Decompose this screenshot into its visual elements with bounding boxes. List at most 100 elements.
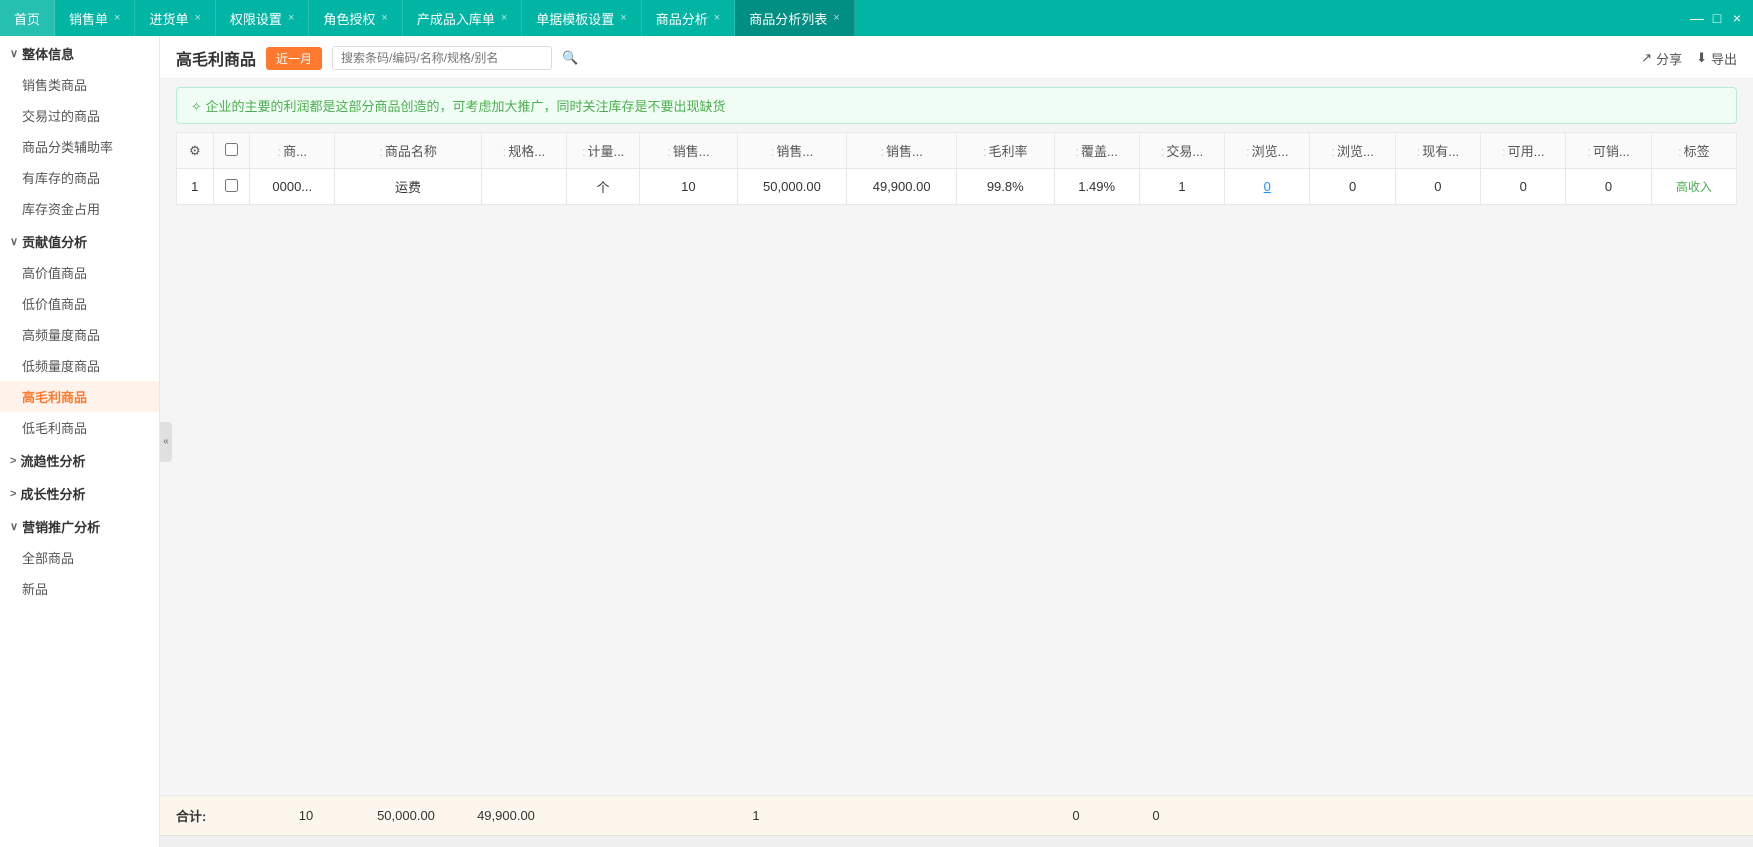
sidebar-group-trend-analysis[interactable]: >流趋性分析 bbox=[0, 443, 159, 476]
nav-close-icon[interactable]: × bbox=[620, 12, 626, 24]
col-header-spec[interactable]: :规格... bbox=[481, 133, 566, 169]
sidebar-group-overall[interactable]: ∨整体信息 bbox=[0, 36, 159, 69]
cell-current_stock: 0 bbox=[1395, 169, 1480, 205]
col-resize-handle[interactable]: : bbox=[1502, 144, 1506, 159]
col-header-checkbox[interactable] bbox=[213, 133, 250, 169]
col-header-sales_profit[interactable]: :销售... bbox=[847, 133, 957, 169]
nav-item-单据模板设置[interactable]: 单据模板设置 × bbox=[522, 0, 641, 36]
share-button[interactable]: ↗ 分享 bbox=[1641, 49, 1682, 68]
sidebar-item-low-freq-high-val[interactable]: 低频量度商品 bbox=[0, 350, 159, 381]
sidebar-group-growth-analysis[interactable]: >成长性分析 bbox=[0, 476, 159, 509]
nav-item-产成品入库单[interactable]: 产成品入库单 × bbox=[403, 0, 522, 36]
col-resize-handle[interactable]: : bbox=[1161, 144, 1165, 159]
col-header-available[interactable]: :可用... bbox=[1481, 133, 1566, 169]
col-header-sellable[interactable]: :可销... bbox=[1566, 133, 1651, 169]
col-resize-handle[interactable]: : bbox=[1075, 144, 1079, 159]
sidebar-item-all-products[interactable]: 全部商品 bbox=[0, 542, 159, 573]
info-banner: ✧ 企业的主要的利润都是这部分商品创造的，可考虑加大推广，同时关注库存是不要出现… bbox=[176, 87, 1737, 124]
sidebar-item-low-value[interactable]: 低价值商品 bbox=[0, 288, 159, 319]
col-header-sales_amount[interactable]: :销售... bbox=[737, 133, 847, 169]
col-header-browse2[interactable]: :浏览... bbox=[1310, 133, 1395, 169]
row-checkbox[interactable] bbox=[225, 179, 238, 192]
cell-gross_margin: 99.8% bbox=[957, 169, 1055, 205]
col-header-code[interactable]: :商... bbox=[250, 133, 335, 169]
browse-link[interactable]: 0 bbox=[1264, 179, 1271, 194]
search-icon[interactable]: 🔍 bbox=[562, 50, 578, 66]
sidebar-item-stock-capital[interactable]: 库存资金占用 bbox=[0, 193, 159, 224]
col-resize-handle[interactable]: : bbox=[1331, 144, 1335, 159]
nav-item-销售单[interactable]: 销售单 × bbox=[55, 0, 135, 36]
sidebar-collapse-button[interactable]: « bbox=[160, 422, 172, 462]
col-resize-handle[interactable]: : bbox=[1246, 144, 1250, 159]
col-header-transactions[interactable]: :交易... bbox=[1139, 133, 1224, 169]
settings-icon[interactable]: ⚙ bbox=[189, 143, 201, 158]
col-resize-handle[interactable]: : bbox=[880, 144, 884, 159]
close-button[interactable]: × bbox=[1729, 10, 1745, 26]
sidebar: ∨整体信息销售类商品交易过的商品商品分类辅助率有库存的商品库存资金占用∨贡献值分… bbox=[0, 36, 160, 847]
col-resize-handle[interactable]: : bbox=[582, 144, 586, 159]
col-resize-handle[interactable]: : bbox=[1678, 144, 1682, 159]
nav-item-进货单[interactable]: 进货单 × bbox=[135, 0, 215, 36]
select-all-checkbox[interactable] bbox=[225, 143, 238, 156]
scroll-bar-area[interactable] bbox=[160, 835, 1753, 847]
col-header-gross_margin[interactable]: :毛利率 bbox=[957, 133, 1055, 169]
cell-sales_profit: 49,900.00 bbox=[847, 169, 957, 205]
col-resize-handle[interactable]: : bbox=[379, 144, 383, 159]
sidebar-item-sales-products[interactable]: 销售类商品 bbox=[0, 69, 159, 100]
cell-browse2: 0 bbox=[1310, 169, 1395, 205]
sidebar-item-low-margin[interactable]: 低毛利商品 bbox=[0, 412, 159, 443]
filter-button[interactable]: 近一月 bbox=[266, 47, 322, 70]
col-resize-handle[interactable]: : bbox=[983, 144, 987, 159]
sidebar-group-label: 成长性分析 bbox=[20, 484, 85, 503]
table-wrapper[interactable]: ⚙:商...:商品名称:规格...:计量...:销售...:销售...:销售..… bbox=[160, 132, 1753, 795]
footer-sellable: 0 bbox=[1116, 808, 1196, 823]
nav-close-icon[interactable]: × bbox=[833, 12, 839, 24]
cell-name: 运费 bbox=[335, 169, 481, 205]
sidebar-group-marketing-analysis[interactable]: ∨营销推广分析 bbox=[0, 509, 159, 542]
col-header-tag[interactable]: :标签 bbox=[1651, 133, 1736, 169]
col-header-unit[interactable]: :计量... bbox=[567, 133, 640, 169]
cell-browse1[interactable]: 0 bbox=[1225, 169, 1310, 205]
col-header-coverage[interactable]: :覆盖... bbox=[1054, 133, 1139, 169]
col-resize-handle[interactable]: : bbox=[1417, 144, 1421, 159]
col-resize-handle[interactable]: : bbox=[503, 144, 507, 159]
sidebar-group-wealth-analysis[interactable]: ∨贡献值分析 bbox=[0, 224, 159, 257]
nav-item-首页[interactable]: 首页 bbox=[0, 0, 55, 36]
nav-close-icon[interactable]: × bbox=[194, 12, 200, 24]
col-resize-handle[interactable]: : bbox=[667, 144, 671, 159]
nav-item-角色授权[interactable]: 角色授权 × bbox=[309, 0, 402, 36]
sidebar-item-high-freq-high-val[interactable]: 高频量度商品 bbox=[0, 319, 159, 350]
col-resize-handle[interactable]: : bbox=[278, 144, 282, 159]
col-header-name[interactable]: :商品名称 bbox=[335, 133, 481, 169]
export-button[interactable]: ⬇ 导出 bbox=[1696, 49, 1737, 68]
nav-item-商品分析列表[interactable]: 商品分析列表 × bbox=[735, 0, 854, 36]
footer-browse1 bbox=[796, 808, 876, 823]
nav-close-icon[interactable]: × bbox=[288, 12, 294, 24]
sidebar-item-instock-products[interactable]: 有库存的商品 bbox=[0, 162, 159, 193]
sidebar-item-high-margin[interactable]: 高毛利商品 bbox=[0, 381, 159, 412]
sidebar-item-product-assist-rate[interactable]: 商品分类辅助率 bbox=[0, 131, 159, 162]
cell-sellable: 0 bbox=[1566, 169, 1651, 205]
cell-code: 0000... bbox=[250, 169, 335, 205]
minimize-button[interactable]: — bbox=[1689, 10, 1705, 26]
maximize-button[interactable]: □ bbox=[1709, 10, 1725, 26]
sidebar-item-new-products[interactable]: 新品 bbox=[0, 573, 159, 604]
col-resize-handle[interactable]: : bbox=[771, 144, 775, 159]
nav-close-icon[interactable]: × bbox=[381, 12, 387, 24]
col-header-settings[interactable]: ⚙ bbox=[177, 133, 214, 169]
cell-transactions: 1 bbox=[1139, 169, 1224, 205]
nav-item-权限设置[interactable]: 权限设置 × bbox=[216, 0, 309, 36]
col-header-current_stock[interactable]: :现有... bbox=[1395, 133, 1480, 169]
col-resize-handle[interactable]: : bbox=[1587, 144, 1591, 159]
table-header-row: ⚙:商...:商品名称:规格...:计量...:销售...:销售...:销售..… bbox=[177, 133, 1737, 169]
nav-close-icon[interactable]: × bbox=[114, 12, 120, 24]
nav-close-icon[interactable]: × bbox=[501, 12, 507, 24]
col-header-sales_qty[interactable]: :销售... bbox=[640, 133, 738, 169]
cell-checkbox[interactable] bbox=[213, 169, 250, 205]
nav-item-商品分析[interactable]: 商品分析 × bbox=[642, 0, 735, 36]
search-input[interactable] bbox=[332, 46, 552, 70]
col-header-browse1[interactable]: :浏览... bbox=[1225, 133, 1310, 169]
sidebar-item-traded-products[interactable]: 交易过的商品 bbox=[0, 100, 159, 131]
sidebar-item-high-value[interactable]: 高价值商品 bbox=[0, 257, 159, 288]
nav-close-icon[interactable]: × bbox=[714, 12, 720, 24]
